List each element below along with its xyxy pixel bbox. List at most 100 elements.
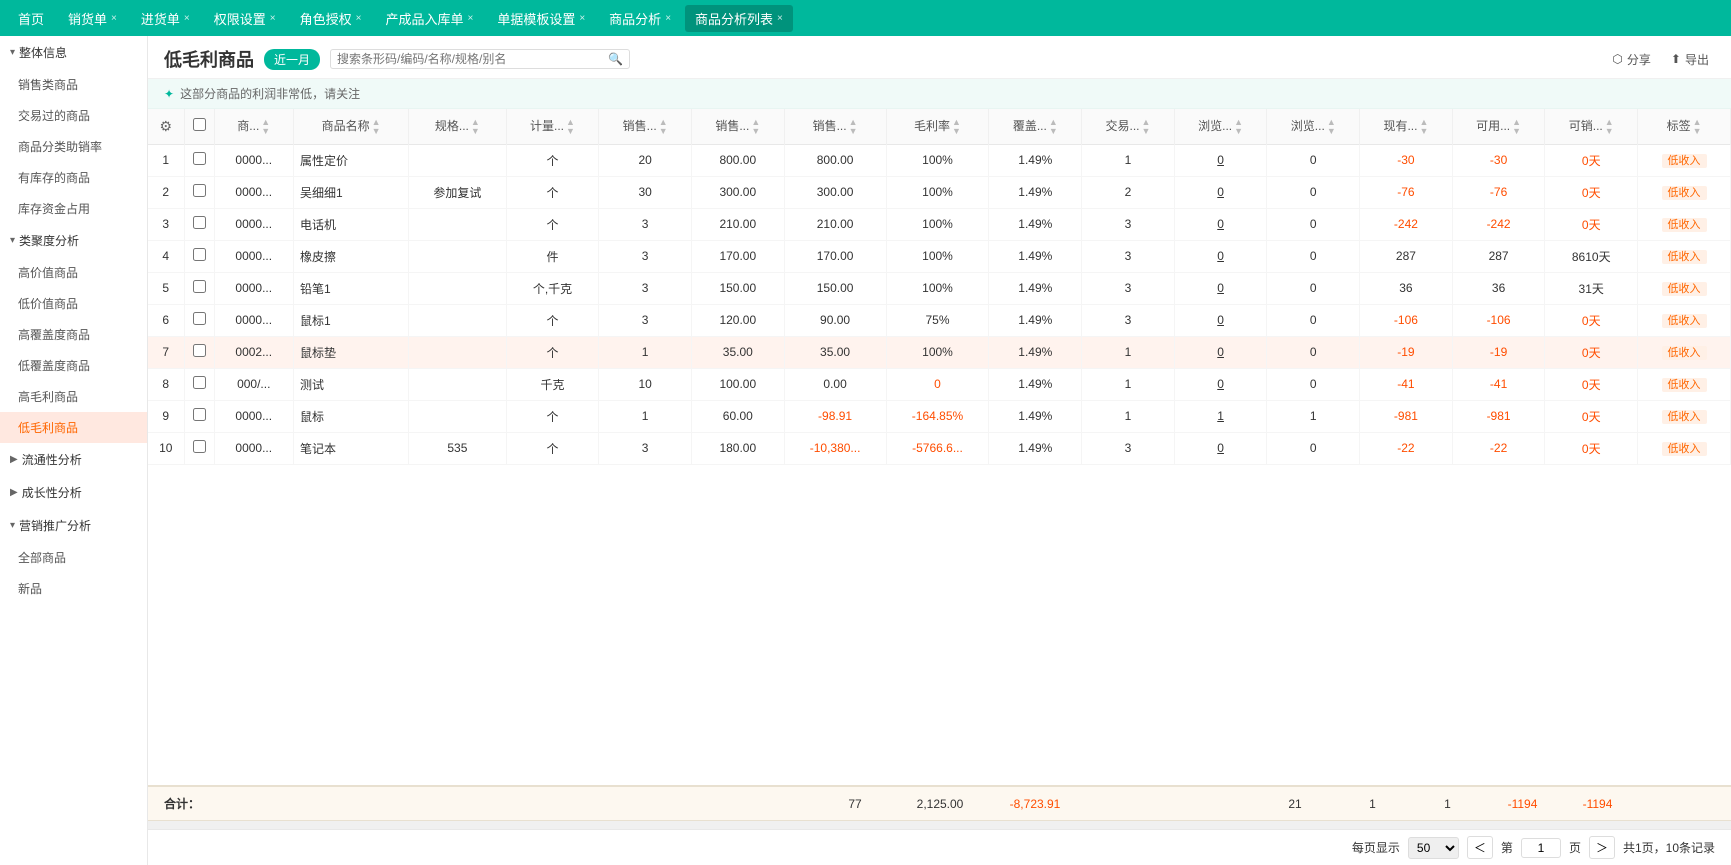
sidebar-item-high-coverage[interactable]: 高覆盖度商品 [0,319,147,350]
row-checkbox[interactable] [193,376,206,389]
col-available[interactable]: 可用...▲▼ [1452,109,1545,144]
col-trade-count[interactable]: 交易...▲▼ [1082,109,1175,144]
col-name[interactable]: 商品名称▲▼ [294,109,409,144]
cell-browse1[interactable]: 0 [1174,240,1267,272]
sidebar-section-marketing[interactable]: ▾ 营销推广分析 [0,509,147,542]
col-saleable[interactable]: 可销...▲▼ [1545,109,1638,144]
cell-browse1[interactable]: 0 [1174,432,1267,464]
cell-browse1[interactable]: 0 [1174,304,1267,336]
cell-check[interactable] [184,368,214,400]
cell-check[interactable] [184,176,214,208]
nav-permissions-close[interactable]: × [270,13,276,24]
sidebar-section-growth[interactable]: ▶ 成长性分析 [0,476,147,509]
nav-home[interactable]: 首页 [8,5,54,32]
sidebar-section-circulation[interactable]: ▶ 流通性分析 [0,443,147,476]
sidebar-item-low-value[interactable]: 低价值商品 [0,288,147,319]
row-checkbox[interactable] [193,408,206,421]
time-filter-btn[interactable]: 近一月 [264,49,320,70]
cell-browse1[interactable]: 0 [1174,368,1267,400]
cell-check[interactable] [184,272,214,304]
nav-sales[interactable]: 销货单 × [58,5,127,32]
page-number-input[interactable] [1521,838,1561,858]
row-checkbox[interactable] [193,344,206,357]
col-sales-amt[interactable]: 销售...▲▼ [691,109,784,144]
next-page-btn[interactable]: ＞ [1589,836,1615,859]
prev-page-btn[interactable]: ＜ [1467,836,1493,859]
cell-sales-amt: 100.00 [691,368,784,400]
sidebar-item-category-sales[interactable]: 商品分类助销率 [0,131,147,162]
sidebar-section-cluster[interactable]: ▾ 类聚度分析 [0,224,147,257]
cell-check[interactable] [184,336,214,368]
sidebar-item-high-value[interactable]: 高价值商品 [0,257,147,288]
check-all[interactable] [193,118,206,131]
sidebar-item-stock-goods[interactable]: 有库存的商品 [0,162,147,193]
row-checkbox[interactable] [193,312,206,325]
sidebar-item-low-coverage[interactable]: 低覆盖度商品 [0,350,147,381]
col-settings-btn[interactable]: ⚙ [159,118,172,135]
sidebar-item-all-goods[interactable]: 全部商品 [0,542,147,573]
export-btn[interactable]: ⬆ 导出 [1665,49,1715,70]
nav-product-analysis-list[interactable]: 商品分析列表 × [685,5,793,32]
cell-browse1[interactable]: 0 [1174,336,1267,368]
sidebar-item-new-goods[interactable]: 新品 [0,573,147,604]
nav-roles[interactable]: 角色授权 × [290,5,372,32]
cell-browse1[interactable]: 0 [1174,176,1267,208]
bottom-scroll[interactable] [148,821,1731,829]
cell-check[interactable] [184,144,214,176]
row-checkbox[interactable] [193,184,206,197]
row-checkbox[interactable] [193,280,206,293]
col-sales-qty[interactable]: 销售...▲▼ [599,109,692,144]
nav-template-close[interactable]: × [579,13,585,24]
cell-browse1[interactable]: 0 [1174,144,1267,176]
search-icon[interactable]: 🔍 [608,52,623,66]
nav-purchase[interactable]: 进货单 × [131,5,200,32]
row-checkbox[interactable] [193,152,206,165]
nav-product-analysis-close[interactable]: × [665,13,671,24]
page-size-select[interactable]: 50 100 200 [1408,837,1459,859]
col-settings[interactable]: ⚙ [148,109,184,144]
row-checkbox[interactable] [193,440,206,453]
nav-product-analysis[interactable]: 商品分析 × [599,5,681,32]
row-checkbox[interactable] [193,216,206,229]
nav-product-entry[interactable]: 产成品入库单 × [375,5,483,32]
cell-code: 0000... [214,240,294,272]
cell-check[interactable] [184,208,214,240]
sidebar-item-sales-goods[interactable]: 销售类商品 [0,69,147,100]
cell-browse1[interactable]: 0 [1174,272,1267,304]
cell-trade-count: 3 [1082,304,1175,336]
col-browse1[interactable]: 浏览...▲▼ [1174,109,1267,144]
nav-template[interactable]: 单据模板设置 × [487,5,595,32]
col-check[interactable] [184,109,214,144]
nav-purchase-close[interactable]: × [184,13,190,24]
col-unit[interactable]: 计量...▲▼ [506,109,599,144]
col-spec[interactable]: 规格...▲▼ [409,109,507,144]
cell-browse1[interactable]: 0 [1174,208,1267,240]
cell-check[interactable] [184,400,214,432]
col-browse2[interactable]: 浏览...▲▼ [1267,109,1360,144]
nav-roles-close[interactable]: × [356,13,362,24]
sidebar-item-capital[interactable]: 库存资金占用 [0,193,147,224]
cell-coverage: 1.49% [989,144,1082,176]
row-checkbox[interactable] [193,248,206,261]
sidebar-item-low-margin[interactable]: 低毛利商品 [0,412,147,443]
col-sales-profit[interactable]: 销售...▲▼ [784,109,886,144]
col-code[interactable]: 商...▲▼ [214,109,294,144]
sidebar-item-traded-goods[interactable]: 交易过的商品 [0,100,147,131]
nav-sales-close[interactable]: × [111,13,117,24]
col-coverage[interactable]: 覆盖...▲▼ [989,109,1082,144]
search-input[interactable] [337,52,608,66]
col-gross-rate[interactable]: 毛利率▲▼ [886,109,989,144]
nav-product-analysis-list-close[interactable]: × [777,13,783,24]
cell-check[interactable] [184,304,214,336]
cell-browse1[interactable]: 1 [1174,400,1267,432]
col-stock[interactable]: 现有...▲▼ [1360,109,1453,144]
share-btn[interactable]: ⬡ 分享 [1606,49,1657,70]
cell-check[interactable] [184,240,214,272]
col-tag[interactable]: 标签▲▼ [1638,109,1731,144]
cell-stock: -41 [1360,368,1453,400]
nav-product-entry-close[interactable]: × [467,13,473,24]
cell-check[interactable] [184,432,214,464]
nav-permissions[interactable]: 权限设置 × [204,5,286,32]
sidebar-section-overall[interactable]: ▾ 整体信息 [0,36,147,69]
sidebar-item-high-margin[interactable]: 高毛利商品 [0,381,147,412]
